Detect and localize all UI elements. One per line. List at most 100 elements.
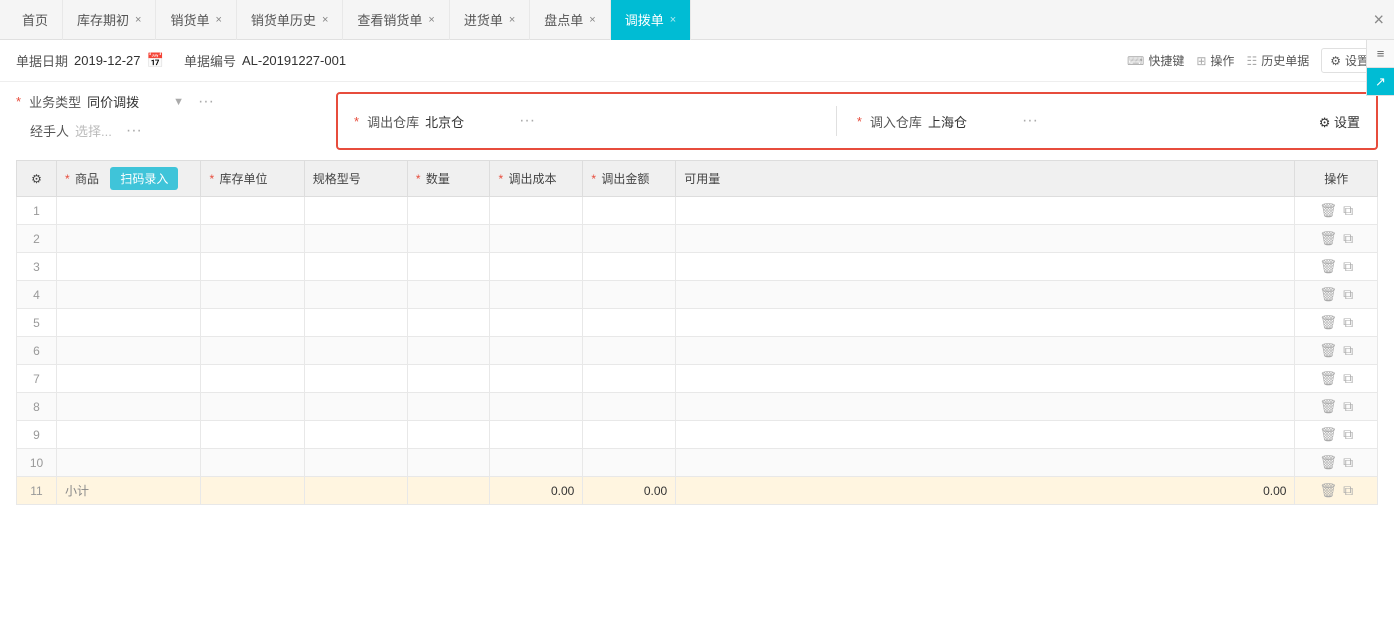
copy-row-8-icon[interactable]: ⧉ xyxy=(1343,398,1353,415)
copy-row-3-icon[interactable]: ⧉ xyxy=(1343,258,1353,275)
target-warehouse-more-icon[interactable]: ··· xyxy=(1022,112,1038,130)
delete-row-1-icon[interactable]: 🗑 xyxy=(1319,202,1337,219)
copy-row-6-icon[interactable]: ⧉ xyxy=(1343,342,1353,359)
delete-row-7-icon[interactable]: 🗑 xyxy=(1319,370,1337,387)
qty-cell-4[interactable] xyxy=(407,281,490,309)
amount-cell-7[interactable] xyxy=(583,365,676,393)
product-cell-2[interactable] xyxy=(57,225,201,253)
copy-row-10-icon[interactable]: ⧉ xyxy=(1343,454,1353,471)
amount-cell-10[interactable] xyxy=(583,449,676,477)
available-cell-7[interactable] xyxy=(676,365,1295,393)
qty-cell-8[interactable] xyxy=(407,393,490,421)
close-sales-history[interactable]: × xyxy=(322,14,328,26)
qty-cell-3[interactable] xyxy=(407,253,490,281)
product-cell-5[interactable] xyxy=(57,309,201,337)
handler-select[interactable]: 选择... xyxy=(75,121,112,140)
close-view-sales[interactable]: × xyxy=(428,14,434,26)
close-window-icon[interactable]: × xyxy=(1373,9,1384,30)
unit-cell-2[interactable] xyxy=(201,225,304,253)
qty-cell-6[interactable] xyxy=(407,337,490,365)
unit-cell-7[interactable] xyxy=(201,365,304,393)
spec-cell-7[interactable] xyxy=(304,365,407,393)
cost-cell-2[interactable] xyxy=(490,225,583,253)
spec-cell-6[interactable] xyxy=(304,337,407,365)
unit-cell-10[interactable] xyxy=(201,449,304,477)
cost-cell-6[interactable] xyxy=(490,337,583,365)
close-sales-order[interactable]: × xyxy=(215,14,221,26)
amount-cell-9[interactable] xyxy=(583,421,676,449)
spec-cell-4[interactable] xyxy=(304,281,407,309)
date-value[interactable]: 2019-12-27 xyxy=(74,53,141,68)
source-warehouse-more-icon[interactable]: ··· xyxy=(519,112,535,130)
cost-cell-10[interactable] xyxy=(490,449,583,477)
amount-cell-2[interactable] xyxy=(583,225,676,253)
product-cell-6[interactable] xyxy=(57,337,201,365)
tab-view-sales[interactable]: 查看销货单 × xyxy=(343,0,449,40)
copy-row-5-icon[interactable]: ⧉ xyxy=(1343,314,1353,331)
gear-icon[interactable]: ⚙ xyxy=(31,172,42,186)
amount-cell-6[interactable] xyxy=(583,337,676,365)
tab-sales-history[interactable]: 销货单历史 × xyxy=(237,0,343,40)
unit-cell-3[interactable] xyxy=(201,253,304,281)
available-cell-8[interactable] xyxy=(676,393,1295,421)
cost-cell-3[interactable] xyxy=(490,253,583,281)
table-scroll-area[interactable]: ⚙ * 商品 扫码录入 * 库存单位 规格型号 xyxy=(16,160,1378,505)
target-warehouse-value[interactable]: 上海仓 xyxy=(928,112,1008,131)
unit-cell-4[interactable] xyxy=(201,281,304,309)
tab-inventory-init[interactable]: 库存期初 × xyxy=(63,0,156,40)
delete-row-3-icon[interactable]: 🗑 xyxy=(1319,258,1337,275)
spec-cell-3[interactable] xyxy=(304,253,407,281)
close-inventory-init[interactable]: × xyxy=(135,14,141,26)
close-transfer[interactable]: × xyxy=(670,14,676,26)
cost-cell-9[interactable] xyxy=(490,421,583,449)
sidebar-list-icon[interactable]: ≡ xyxy=(1367,40,1394,68)
amount-cell-1[interactable] xyxy=(583,197,676,225)
delete-subtotal-icon[interactable]: 🗑 xyxy=(1319,482,1337,499)
spec-cell-9[interactable] xyxy=(304,421,407,449)
operations-btn[interactable]: ⊞ 操作 xyxy=(1196,52,1234,69)
business-type-more-icon[interactable]: ··· xyxy=(198,93,214,111)
amount-cell-5[interactable] xyxy=(583,309,676,337)
qty-cell-9[interactable] xyxy=(407,421,490,449)
copy-row-1-icon[interactable]: ⧉ xyxy=(1343,202,1353,219)
tab-inventory-check[interactable]: 盘点单 × xyxy=(530,0,610,40)
tab-purchase-order[interactable]: 进货单 × xyxy=(450,0,530,40)
unit-cell-5[interactable] xyxy=(201,309,304,337)
handler-more-icon[interactable]: ··· xyxy=(126,122,142,140)
cost-cell-7[interactable] xyxy=(490,365,583,393)
delete-row-5-icon[interactable]: 🗑 xyxy=(1319,314,1337,331)
cost-cell-5[interactable] xyxy=(490,309,583,337)
tab-sales-order[interactable]: 销货单 × xyxy=(156,0,236,40)
close-inventory-check[interactable]: × xyxy=(589,14,595,26)
available-cell-10[interactable] xyxy=(676,449,1295,477)
product-cell-9[interactable] xyxy=(57,421,201,449)
close-purchase-order[interactable]: × xyxy=(509,14,515,26)
scan-button[interactable]: 扫码录入 xyxy=(110,167,178,190)
product-cell-7[interactable] xyxy=(57,365,201,393)
product-cell-8[interactable] xyxy=(57,393,201,421)
available-cell-2[interactable] xyxy=(676,225,1295,253)
source-warehouse-value[interactable]: 北京仓 xyxy=(425,112,505,131)
amount-cell-3[interactable] xyxy=(583,253,676,281)
available-cell-9[interactable] xyxy=(676,421,1295,449)
shortcuts-btn[interactable]: ⌨ 快捷键 xyxy=(1127,52,1184,69)
unit-cell-8[interactable] xyxy=(201,393,304,421)
amount-cell-4[interactable] xyxy=(583,281,676,309)
qty-cell-5[interactable] xyxy=(407,309,490,337)
copy-subtotal-icon[interactable]: ⧉ xyxy=(1343,482,1353,499)
cost-cell-4[interactable] xyxy=(490,281,583,309)
copy-row-9-icon[interactable]: ⧉ xyxy=(1343,426,1353,443)
delete-row-2-icon[interactable]: 🗑 xyxy=(1319,230,1337,247)
spec-cell-5[interactable] xyxy=(304,309,407,337)
spec-cell-8[interactable] xyxy=(304,393,407,421)
business-type-dropdown-icon[interactable]: ▼ xyxy=(173,96,184,108)
cost-cell-1[interactable] xyxy=(490,197,583,225)
unit-cell-1[interactable] xyxy=(201,197,304,225)
qty-cell-2[interactable] xyxy=(407,225,490,253)
available-cell-1[interactable] xyxy=(676,197,1295,225)
calendar-icon[interactable]: 📅 xyxy=(147,52,164,69)
available-cell-6[interactable] xyxy=(676,337,1295,365)
business-type-value[interactable]: 同价调拨 xyxy=(87,92,167,111)
product-cell-4[interactable] xyxy=(57,281,201,309)
delete-row-10-icon[interactable]: 🗑 xyxy=(1319,454,1337,471)
